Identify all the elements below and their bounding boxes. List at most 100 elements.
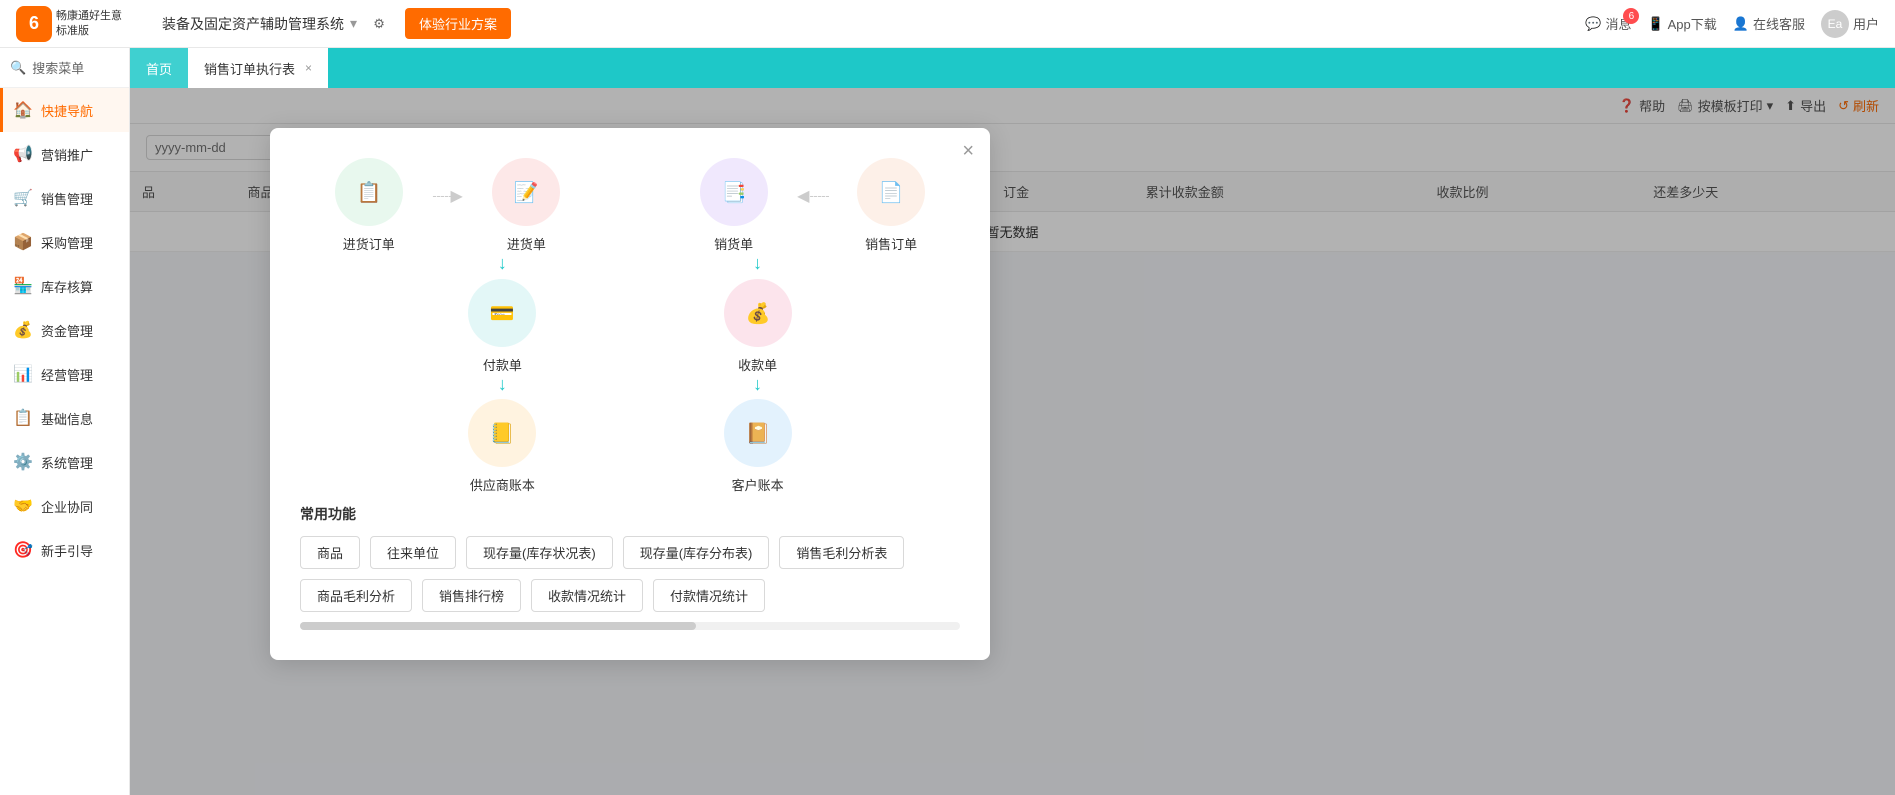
common-func-button[interactable]: 现存量(库存状况表) — [466, 536, 613, 569]
payment-slip-label: 付款单 — [483, 355, 522, 374]
online-service-button[interactable]: 👤 在线客服 — [1733, 14, 1805, 33]
svg-text:📔: 📔 — [745, 422, 770, 445]
finance-label: 资金管理 — [41, 321, 93, 340]
modal-box: × 📋 进货订单 — [270, 128, 990, 660]
inventory-icon: 🏪 — [13, 276, 33, 296]
common-functions: 常用功能 商品往来单位现存量(库存状况表)现存量(库存分布表)销售毛利分析表商品… — [300, 504, 960, 612]
svg-text:📋: 📋 — [356, 180, 381, 204]
scroll-thumb[interactable] — [300, 622, 696, 630]
system-title: 装备及固定资产辅助管理系统 ▾ — [162, 14, 357, 34]
inventory-label: 库存核算 — [41, 277, 93, 296]
flow-node-customer-ledger: 📔 客户账本 — [724, 399, 792, 494]
sidebar-item-sales[interactable]: 🛒 销售管理 — [0, 176, 129, 220]
user-menu[interactable]: Ea 用户 — [1821, 10, 1879, 38]
payment-slip-icon: 💳 — [468, 279, 536, 347]
home-tab-label: 首页 — [146, 59, 172, 78]
marketing-icon: 📢 — [13, 144, 33, 164]
sidebar-item-purchase[interactable]: 📦 采购管理 — [0, 220, 129, 264]
app-container: 6 畅康通好生意 标准版 装备及固定资产辅助管理系统 ▾ ⚙ 体验行业方案 💬 … — [0, 0, 1895, 795]
sidebar-item-system[interactable]: ⚙️ 系统管理 — [0, 440, 129, 484]
common-func-button[interactable]: 销售毛利分析表 — [779, 536, 904, 569]
trial-button[interactable]: 体验行业方案 — [405, 8, 511, 39]
sales-order-icon: 📄 — [857, 158, 925, 226]
content-body: ❓ 帮助 🖨 按模板打印 ▾ ⬆ 导出 ↺ — [130, 88, 1895, 795]
common-func-button[interactable]: 收款情况统计 — [531, 579, 643, 612]
message-button[interactable]: 💬 消息 6 — [1585, 14, 1631, 33]
sidebar-item-newbie[interactable]: 🎯 新手引导 — [0, 528, 129, 572]
common-func-button[interactable]: 现存量(库存分布表) — [623, 536, 770, 569]
flow-node-receipt-slip: 💰 收款单 — [724, 279, 792, 374]
logo-icon: 6 — [16, 6, 52, 42]
finance-icon: 💰 — [13, 320, 33, 340]
modal-overlay: × 📋 进货订单 — [130, 88, 1895, 795]
system-icon: ⚙️ — [13, 452, 33, 472]
flow-node-supplier-ledger: 📒 供应商账本 — [468, 399, 536, 494]
supplier-ledger-icon: 📒 — [468, 399, 536, 467]
sidebar-item-finance[interactable]: 💰 资金管理 — [0, 308, 129, 352]
user-label: 用户 — [1853, 14, 1879, 33]
sidebar-item-quick-nav[interactable]: 🏠 快捷导航 — [0, 88, 129, 132]
newbie-label: 新手引导 — [41, 541, 93, 560]
top-right: 💬 消息 6 📱 App下载 👤 在线客服 Ea 用户 — [1585, 10, 1879, 38]
sidebar-item-operation[interactable]: 📊 经营管理 — [0, 352, 129, 396]
receipt-slip-icon: 💰 — [724, 279, 792, 347]
app-download-button[interactable]: 📱 App下载 — [1647, 14, 1716, 33]
quick-nav-icon: 🏠 — [13, 100, 33, 120]
svg-text:📒: 📒 — [490, 422, 515, 445]
marketing-label: 营销推广 — [41, 145, 93, 164]
quick-nav-label: 快捷导航 — [41, 101, 93, 120]
tab-close-icon[interactable]: × — [305, 61, 312, 75]
enterprise-icon: 🤝 — [13, 496, 33, 516]
enterprise-label: 企业协同 — [41, 497, 93, 516]
sidebar: 🔍 搜索菜单 🏠 快捷导航 📢 营销推广 🛒 销售管理 📦 采购管理 🏪 库存核… — [0, 48, 130, 795]
purchase-icon: 📦 — [13, 232, 33, 252]
svg-text:💳: 💳 — [490, 303, 515, 325]
common-func-button[interactable]: 商品毛利分析 — [300, 579, 412, 612]
tab-sales-order[interactable]: 销售订单执行表 × — [188, 48, 328, 88]
flow-node-payment-slip: 💳 付款单 — [468, 279, 536, 374]
app-download-icon: 📱 — [1647, 16, 1663, 32]
sales-slip-label: 销货单 — [714, 234, 753, 253]
system-title-text: 装备及固定资产辅助管理系统 — [162, 14, 344, 34]
svg-text:📄: 📄 — [879, 180, 904, 204]
sidebar-search[interactable]: 🔍 搜索菜单 — [0, 48, 129, 88]
sidebar-item-enterprise[interactable]: 🤝 企业协同 — [0, 484, 129, 528]
common-func-button[interactable]: 商品 — [300, 536, 360, 569]
svg-text:📑: 📑 — [721, 180, 746, 204]
newbie-icon: 🎯 — [13, 540, 33, 560]
svg-text:💰: 💰 — [745, 301, 770, 325]
flow-diagram: 📋 进货订单 - - - - - ▶ — [300, 158, 960, 494]
online-service-icon: 👤 — [1733, 16, 1749, 32]
purchase-order-icon: 📋 — [335, 158, 403, 226]
customer-ledger-icon: 📔 — [724, 399, 792, 467]
search-label: 搜索菜单 — [32, 58, 84, 77]
purchase-slip-label: 进货单 — [507, 234, 546, 253]
common-func-button[interactable]: 往来单位 — [370, 536, 456, 569]
gear-button[interactable]: ⚙ — [365, 10, 393, 38]
flow-node-sales-slip: 📑 销货单 — [700, 158, 768, 253]
common-func-button[interactable]: 付款情况统计 — [653, 579, 765, 612]
svg-text:📝: 📝 — [514, 180, 539, 204]
purchase-slip-icon: 📝 — [492, 158, 560, 226]
modal-close-button[interactable]: × — [962, 140, 974, 163]
search-icon: 🔍 — [10, 60, 26, 76]
flow-node-purchase-order: 📋 进货订单 — [335, 158, 403, 253]
message-icon: 💬 — [1585, 16, 1601, 32]
tab-home[interactable]: 首页 — [130, 48, 188, 88]
sales-order-label: 销售订单 — [865, 234, 917, 253]
supplier-ledger-label: 供应商账本 — [470, 475, 535, 494]
basic-icon: 📋 — [13, 408, 33, 428]
sales-slip-icon: 📑 — [700, 158, 768, 226]
sidebar-item-inventory[interactable]: 🏪 库存核算 — [0, 264, 129, 308]
common-func-button[interactable]: 销售排行榜 — [422, 579, 521, 612]
flow-node-sales-order: 📄 销售订单 — [857, 158, 925, 253]
system-dropdown-arrow[interactable]: ▾ — [350, 15, 357, 32]
sidebar-item-marketing[interactable]: 📢 营销推广 — [0, 132, 129, 176]
sales-order-tab-label: 销售订单执行表 — [204, 59, 295, 78]
purchase-label: 采购管理 — [41, 233, 93, 252]
app-download-label: App下载 — [1668, 14, 1717, 33]
top-bar: 6 畅康通好生意 标准版 装备及固定资产辅助管理系统 ▾ ⚙ 体验行业方案 💬 … — [0, 0, 1895, 48]
sales-icon: 🛒 — [13, 188, 33, 208]
sidebar-item-basic[interactable]: 📋 基础信息 — [0, 396, 129, 440]
basic-label: 基础信息 — [41, 409, 93, 428]
